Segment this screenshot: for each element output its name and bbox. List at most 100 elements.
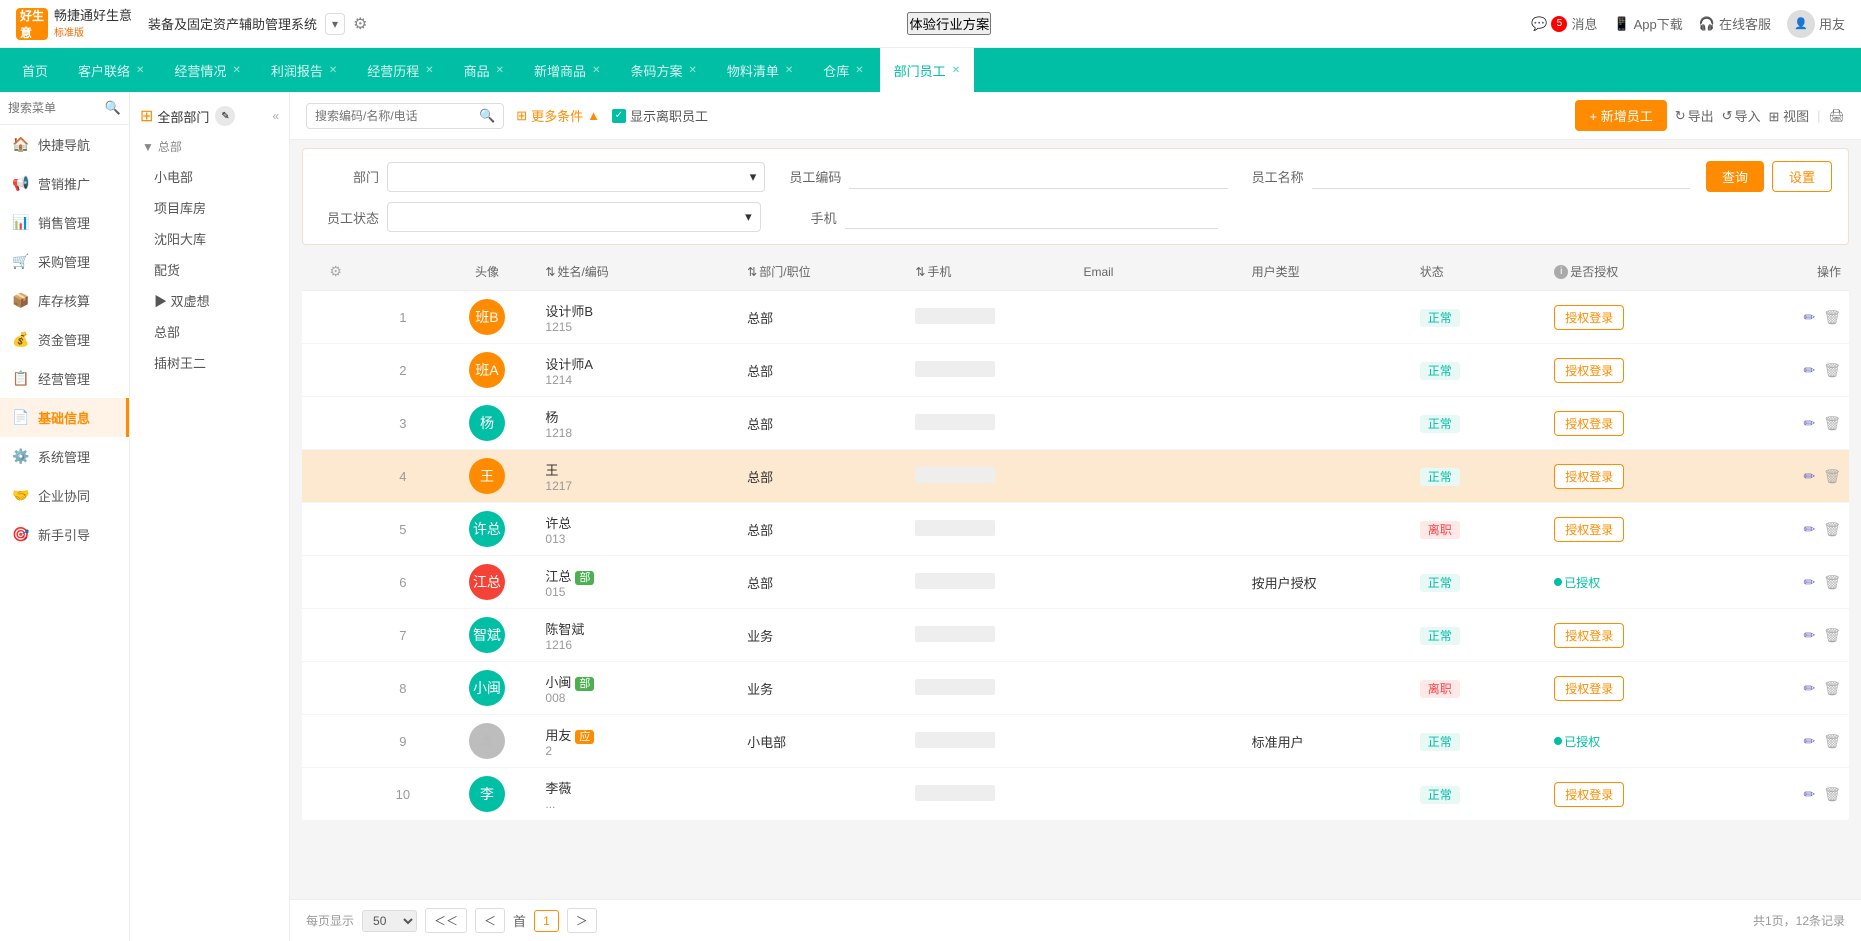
tab-employees[interactable]: 部门员工 ✕ [880, 48, 974, 92]
tab-history[interactable]: 经营历程 ✕ [353, 48, 447, 92]
dept-item-headquarters[interactable]: 总部 [130, 316, 289, 347]
auth-login-btn[interactable]: 授权登录 [1554, 623, 1624, 648]
edit-btn[interactable]: ✏ [1803, 309, 1815, 326]
tab-bom[interactable]: 物料清单 ✕ [713, 48, 807, 92]
set-button[interactable]: 设置 [1772, 161, 1832, 192]
trial-button[interactable]: 体验行业方案 [907, 12, 991, 35]
sidebar-item-inventory[interactable]: 📦 库存核算 [0, 281, 129, 320]
next-page-btn[interactable]: ＞ [567, 908, 597, 933]
print-button[interactable]: 🖨 [1828, 108, 1845, 124]
status-select[interactable]: ▾ [387, 202, 761, 232]
sidebar-item-management[interactable]: 📋 经营管理 [0, 359, 129, 398]
tab-operation[interactable]: 经营情况 ✕ [160, 48, 254, 92]
close-icon[interactable]: ✕ [952, 65, 960, 76]
delete-btn[interactable]: 🗑 [1823, 309, 1841, 326]
dept-select[interactable]: ▾ [387, 162, 765, 192]
auth-login-btn[interactable]: 授权登录 [1554, 782, 1624, 807]
dept-section-head[interactable]: ▼ 总部 [130, 132, 289, 161]
close-icon[interactable]: ✕ [592, 65, 600, 76]
sidebar-item-quicknav[interactable]: 🏠 快捷导航 [0, 125, 129, 164]
dept-item-projects[interactable]: 项目库房 [130, 192, 289, 223]
sidebar-item-collab[interactable]: 🤝 企业协同 [0, 476, 129, 515]
auth-login-btn[interactable]: 授权登录 [1554, 305, 1624, 330]
user-menu[interactable]: 👤 用友 [1787, 10, 1845, 38]
view-button[interactable]: ⊞ 视图 [1769, 106, 1810, 125]
export-button[interactable]: ↻ 导出 [1675, 106, 1714, 125]
auth-login-btn[interactable]: 授权登录 [1554, 464, 1624, 489]
first-page-btn[interactable]: ＜＜ [425, 908, 467, 933]
delete-btn[interactable]: 🗑 [1823, 415, 1841, 432]
sidebar-item-basic[interactable]: 📄 基础信息 [0, 398, 129, 437]
edit-btn[interactable]: ✏ [1803, 415, 1815, 432]
tab-warehouse[interactable]: 仓库 ✕ [809, 48, 877, 92]
empname-input[interactable] [1312, 165, 1690, 189]
delete-btn[interactable]: 🗑 [1823, 468, 1841, 485]
sidebar-item-finance[interactable]: 💰 资金管理 [0, 320, 129, 359]
dept-item-shuang[interactable]: ▶ 双虚想 [130, 285, 289, 316]
th-phone[interactable]: ⇅ 手机 [907, 253, 1075, 291]
edit-btn[interactable]: ✏ [1803, 521, 1815, 538]
edit-btn[interactable]: ✏ [1803, 786, 1815, 803]
delete-btn[interactable]: 🗑 [1823, 521, 1841, 538]
search-input[interactable] [315, 109, 475, 123]
settings-icon[interactable]: ⚙ [353, 14, 367, 34]
tab-customer[interactable]: 客户联络 ✕ [64, 48, 158, 92]
show-resigned-toggle[interactable]: ✓ 显示离职员工 [612, 106, 708, 125]
query-button[interactable]: 查询 [1706, 161, 1764, 192]
delete-btn[interactable]: 🗑 [1823, 680, 1841, 697]
edit-btn[interactable]: ✏ [1803, 733, 1815, 750]
dept-item-distribution[interactable]: 配货 [130, 254, 289, 285]
close-icon[interactable]: ✕ [785, 65, 793, 76]
message-btn[interactable]: 💬 5 消息 [1531, 14, 1597, 33]
auth-login-btn[interactable]: 授权登录 [1554, 358, 1624, 383]
tab-profit[interactable]: 利润报告 ✕ [257, 48, 351, 92]
collapse-panel-btn[interactable]: « [272, 109, 279, 123]
auth-login-btn[interactable]: 授权登录 [1554, 676, 1624, 701]
checkbox-resigned[interactable]: ✓ [612, 109, 626, 123]
tab-home[interactable]: 首页 [8, 48, 62, 92]
edit-btn[interactable]: ✏ [1803, 627, 1815, 644]
sidebar-item-purchase[interactable]: 🛒 采购管理 [0, 242, 129, 281]
more-conditions-btn[interactable]: ⊞ 更多条件 ▲ [516, 106, 600, 125]
tab-add-product[interactable]: 新增商品 ✕ [520, 48, 614, 92]
delete-btn[interactable]: 🗑 [1823, 786, 1841, 803]
dept-item-shenyang[interactable]: 沈阳大库 [130, 223, 289, 254]
sidebar-item-sales[interactable]: 📊 销售管理 [0, 203, 129, 242]
edit-btn[interactable]: ✏ [1803, 680, 1815, 697]
close-icon[interactable]: ✕ [855, 65, 863, 76]
close-icon[interactable]: ✕ [688, 65, 696, 76]
phone-input[interactable] [845, 205, 1219, 229]
sidebar-search-input[interactable] [8, 101, 101, 115]
sidebar-item-guide[interactable]: 🎯 新手引导 [0, 515, 129, 554]
tab-barcode[interactable]: 条码方案 ✕ [616, 48, 710, 92]
auth-login-btn[interactable]: 授权登录 [1554, 411, 1624, 436]
dept-item-electronics[interactable]: 小电部 [130, 161, 289, 192]
auth-login-btn[interactable]: 授权登录 [1554, 517, 1624, 542]
sidebar-item-system[interactable]: ⚙️ 系统管理 [0, 437, 129, 476]
delete-btn[interactable]: 🗑 [1823, 627, 1841, 644]
dept-item-chashuwang[interactable]: 插树王二 [130, 347, 289, 378]
empcode-input[interactable] [849, 165, 1227, 189]
th-dept[interactable]: ⇅ 部门/职位 [739, 253, 907, 291]
page-size-select[interactable]: 50 20 100 [362, 910, 417, 932]
edit-btn[interactable]: ✏ [1803, 574, 1815, 591]
delete-btn[interactable]: 🗑 [1823, 733, 1841, 750]
dropdown-btn[interactable]: ▾ [325, 13, 345, 35]
edit-btn[interactable]: ✏ [1803, 362, 1815, 379]
dept-edit-btn[interactable]: ✎ [215, 106, 235, 126]
delete-btn[interactable]: 🗑 [1823, 362, 1841, 379]
close-icon[interactable]: ✕ [136, 65, 144, 76]
sidebar-item-marketing[interactable]: 📢 营销推广 [0, 164, 129, 203]
import-button[interactable]: ↺ 导入 [1722, 106, 1761, 125]
close-icon[interactable]: ✕ [496, 65, 504, 76]
close-icon[interactable]: ✕ [425, 65, 433, 76]
th-name[interactable]: ⇅ 姓名/编码 [537, 253, 739, 291]
table-settings-btn[interactable]: ⚙ [329, 263, 342, 280]
prev-page-btn[interactable]: ＜ [475, 908, 505, 933]
app-download-btn[interactable]: 📱 App下载 [1613, 14, 1682, 33]
close-icon[interactable]: ✕ [329, 65, 337, 76]
tab-products[interactable]: 商品 ✕ [450, 48, 518, 92]
online-service-btn[interactable]: 🎧 在线客服 [1699, 14, 1771, 33]
edit-btn[interactable]: ✏ [1803, 468, 1815, 485]
delete-btn[interactable]: 🗑 [1823, 574, 1841, 591]
